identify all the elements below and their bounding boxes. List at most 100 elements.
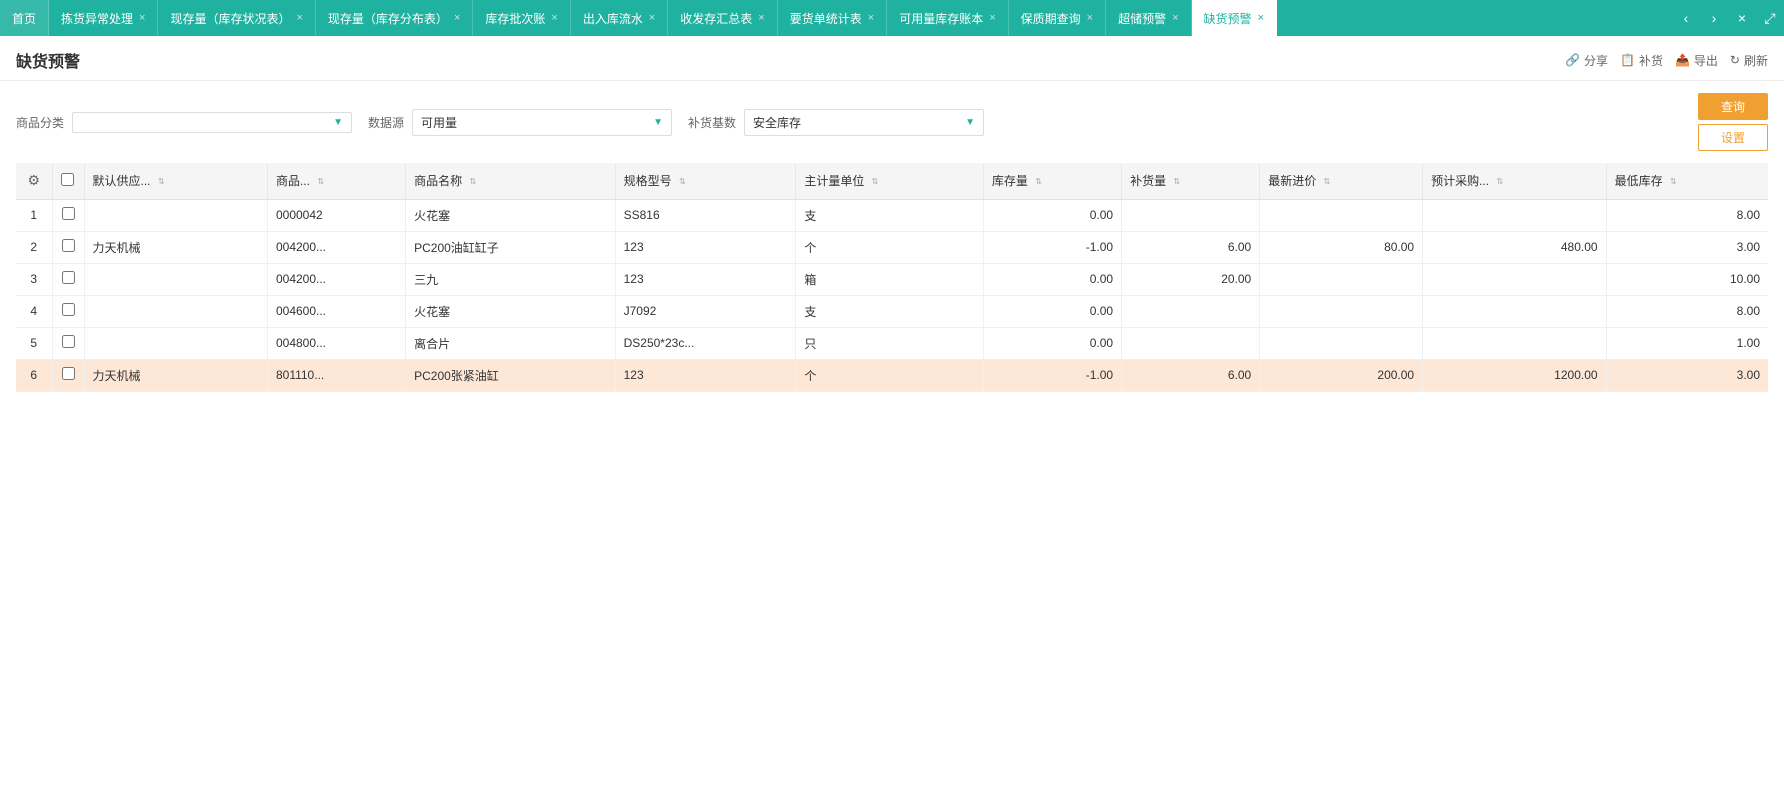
th-unit: 主计量单位 ⇅ [796,163,984,199]
est-purchase-sort-icon[interactable]: ⇅ [1496,178,1503,186]
row-product-code: 004200... [267,263,405,295]
settings-gear-icon[interactable]: ⚙ [27,172,40,188]
row-checkbox[interactable] [62,335,75,348]
row-num: 1 [16,199,52,231]
tab-batch-label: 库存批次账 [485,10,545,27]
row-checkbox[interactable] [62,207,75,220]
row-replenish-qty: 20.00 [1122,263,1260,295]
row-replenish-qty: 6.00 [1122,231,1260,263]
th-supplier-label: 默认供应... [93,174,151,188]
tab-expiry-close[interactable]: × [1087,12,1093,24]
row-checkbox[interactable] [62,271,75,284]
table-container: ⚙ 默认供应... ⇅ 商品... ⇅ 商品名称 ⇅ [0,163,1784,392]
row-spec: 123 [615,231,796,263]
row-spec: DS250*23c... [615,327,796,359]
latest-price-sort-icon[interactable]: ⇅ [1324,178,1331,186]
th-unit-label: 主计量单位 [804,174,864,188]
tab-summary-close[interactable]: × [758,12,764,24]
min-stock-sort-icon[interactable]: ⇅ [1670,178,1677,186]
row-stock: 0.00 [983,263,1121,295]
tab-stock-dist[interactable]: 现存量（库存分布表） × [316,0,473,36]
settings-button[interactable]: 设置 [1698,124,1768,151]
tab-maximize[interactable]: ⤢ [1756,0,1784,36]
table-body: 10000042火花塞SS816支0.008.002力天机械004200...P… [16,199,1768,391]
row-unit: 个 [796,231,984,263]
tab-inout-close[interactable]: × [649,12,655,24]
supplier-sort-icon[interactable]: ⇅ [158,178,165,186]
tab-available-close[interactable]: × [989,12,995,24]
tab-home[interactable]: 首页 [0,0,49,36]
tab-overstock-close[interactable]: × [1172,12,1178,24]
row-spec: 123 [615,263,796,295]
table-row: 10000042火花塞SS816支0.008.00 [16,199,1768,231]
table-header-row: ⚙ 默认供应... ⇅ 商品... ⇅ 商品名称 ⇅ [16,163,1768,199]
row-product-name: PC200张紧油缸 [406,359,616,391]
category-select[interactable]: ▼ [72,112,352,133]
datasource-filter-group: 数据源 可用量 ▼ [368,109,672,136]
datasource-select[interactable]: 可用量 ▼ [412,109,672,136]
tab-picking[interactable]: 拣货异常处理 × [49,0,158,36]
row-min-stock: 1.00 [1606,327,1768,359]
th-est-purchase-label: 预计采购... [1431,174,1489,188]
tab-batch-close[interactable]: × [551,12,557,24]
refresh-button[interactable]: ↻ 刷新 [1730,52,1768,69]
tab-inout[interactable]: 出入库流水 × [571,0,668,36]
row-product-code: 004800... [267,327,405,359]
tab-available[interactable]: 可用量库存账本 × [887,0,1008,36]
tab-stock-status-close[interactable]: × [296,12,302,24]
row-product-name: 火花塞 [406,295,616,327]
row-product-name: 火花塞 [406,199,616,231]
row-unit: 个 [796,359,984,391]
product-code-sort-icon[interactable]: ⇅ [317,178,324,186]
row-checkbox[interactable] [62,239,75,252]
tab-shortage[interactable]: 缺货预警 × [1192,0,1277,36]
export-button[interactable]: 📤 导出 [1675,52,1718,69]
tab-picking-close[interactable]: × [139,12,145,24]
row-checkbox-cell [52,199,84,231]
replenish-select[interactable]: 安全库存 ▼ [744,109,984,136]
row-replenish-qty [1122,199,1260,231]
replenish-arrow-icon: ▼ [965,117,975,128]
refresh-icon: ↻ [1730,53,1740,67]
th-spec: 规格型号 ⇅ [615,163,796,199]
table-row: 4004600...火花塞J7092支0.008.00 [16,295,1768,327]
th-product-code: 商品... ⇅ [267,163,405,199]
row-checkbox[interactable] [62,303,75,316]
tab-shortage-close[interactable]: × [1258,12,1264,24]
stock-sort-icon[interactable]: ⇅ [1035,178,1042,186]
category-arrow-icon: ▼ [333,117,343,128]
tab-overstock[interactable]: 超储预警 × [1106,0,1191,36]
tab-close-all[interactable]: × [1728,0,1756,36]
row-checkbox[interactable] [62,367,75,380]
tab-summary[interactable]: 收发存汇总表 × [668,0,777,36]
data-table: ⚙ 默认供应... ⇅ 商品... ⇅ 商品名称 ⇅ [16,163,1768,392]
spec-sort-icon[interactable]: ⇅ [679,178,686,186]
row-latest-price [1260,295,1423,327]
th-latest-price: 最新进价 ⇅ [1260,163,1423,199]
replenish-button[interactable]: 📋 补货 [1620,52,1663,69]
query-button[interactable]: 查询 [1698,93,1768,120]
page-title: 缺货预警 [16,48,80,72]
refresh-label: 刷新 [1744,52,1768,69]
row-supplier: 力天机械 [84,231,267,263]
unit-sort-icon[interactable]: ⇅ [872,178,879,186]
select-all-checkbox[interactable] [61,173,74,186]
tab-stock-dist-close[interactable]: × [454,12,460,24]
row-product-code: 004200... [267,231,405,263]
replenish-qty-sort-icon[interactable]: ⇅ [1173,178,1180,186]
tab-expiry[interactable]: 保质期查询 × [1009,0,1106,36]
row-est-purchase [1423,295,1606,327]
tab-stock-status[interactable]: 现存量（库存状况表） × [158,0,315,36]
row-stock: 0.00 [983,327,1121,359]
tab-demand-close[interactable]: × [868,12,874,24]
tab-demand[interactable]: 要货单统计表 × [778,0,887,36]
share-button[interactable]: 🔗 分享 [1565,52,1608,69]
tab-scroll-left[interactable]: ‹ [1672,0,1700,36]
share-icon: 🔗 [1565,53,1580,67]
row-est-purchase [1423,327,1606,359]
row-est-purchase [1423,263,1606,295]
tab-batch[interactable]: 库存批次账 × [473,0,570,36]
tab-scroll-right[interactable]: › [1700,0,1728,36]
row-est-purchase [1423,199,1606,231]
product-name-sort-icon[interactable]: ⇅ [469,178,476,186]
